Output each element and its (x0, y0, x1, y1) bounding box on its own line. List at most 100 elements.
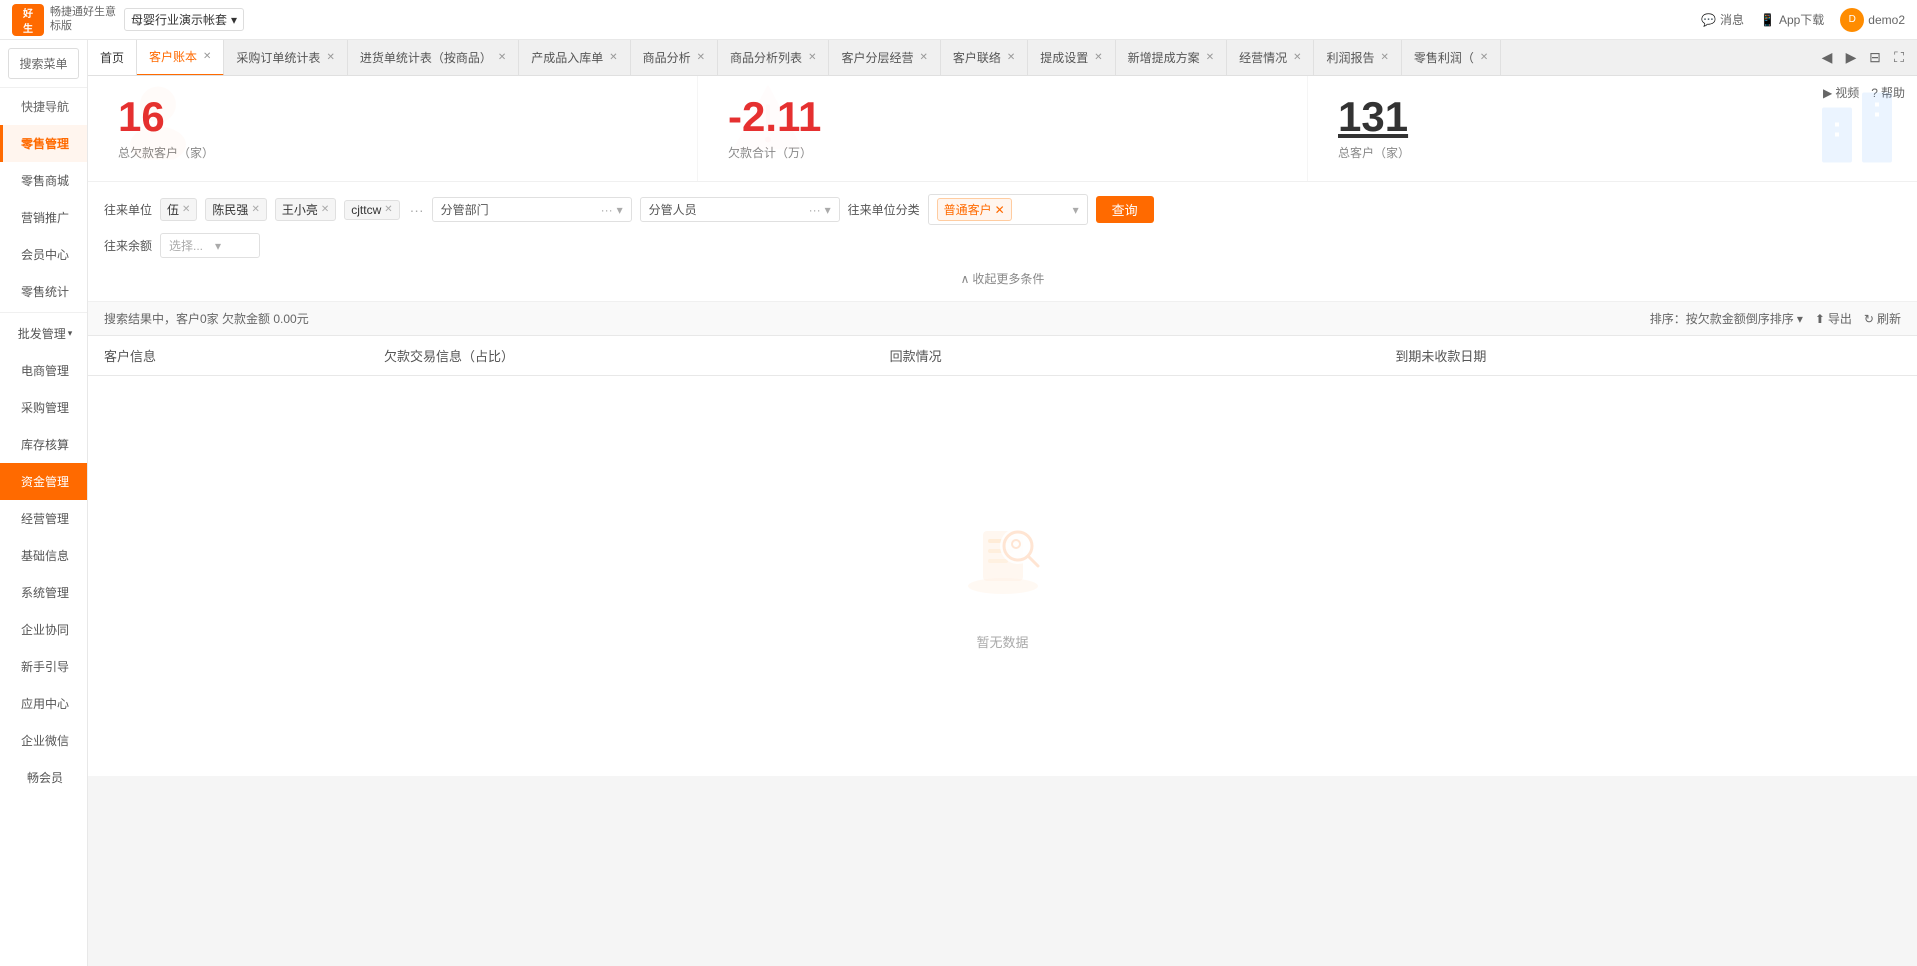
refresh-btn[interactable]: ↻ 刷新 (1864, 310, 1901, 327)
sidebar-item-quick-nav[interactable]: 快捷导航 (0, 88, 87, 125)
sidebar-item-ecommerce-mgmt[interactable]: 电商管理 (0, 352, 87, 389)
tag-close-cjttcw[interactable]: ✕ (384, 204, 392, 215)
filter-tag-cjttcw[interactable]: cjttcw ✕ (344, 200, 399, 220)
tab-product-analysis[interactable]: 商品分析 ✕ (631, 40, 718, 76)
tab-close-customer-segment[interactable]: ✕ (919, 52, 927, 63)
sidebar: 搜索菜单 快捷导航 零售管理 零售商城 营销推广 会员中心 零售统计 批发管理 … (0, 40, 88, 966)
sidebar-item-marketing[interactable]: 营销推广 (0, 199, 87, 236)
tab-close-product-inbound[interactable]: ✕ (609, 52, 617, 63)
sidebar-item-basic-info[interactable]: 基础信息 (0, 537, 87, 574)
tab-product-analysis-list[interactable]: 商品分析列表 ✕ (718, 40, 829, 76)
tag-close-wangxiaoliang[interactable]: ✕ (321, 204, 329, 215)
tag-close-chenminqiang[interactable]: ✕ (251, 204, 259, 215)
person-select[interactable]: 分管人员 ··· ▾ (640, 197, 840, 222)
filter-tag-wangxiaoliang[interactable]: 王小亮 ✕ (275, 198, 336, 221)
tab-close-purchase-order-stats[interactable]: ✕ (326, 52, 334, 63)
search-menu-btn[interactable]: 搜索菜单 (8, 48, 79, 79)
tab-close-business-situation[interactable]: ✕ (1293, 52, 1301, 63)
sidebar-item-system-mgmt[interactable]: 系统管理 (0, 574, 87, 611)
tab-close-retail-profit[interactable]: ✕ (1480, 52, 1488, 63)
tab-close-product-analysis[interactable]: ✕ (697, 52, 705, 63)
table-header: 客户信息 欠款交易信息（占比） 回款情况 到期未收款日期 (88, 336, 1917, 376)
sidebar-item-inventory-check[interactable]: 库存核算 (0, 426, 87, 463)
tab-home[interactable]: 首页 (88, 40, 137, 76)
person-chevron-icon: ▾ (825, 203, 831, 217)
empty-state: 暂无数据 (953, 501, 1053, 651)
refresh-icon: ↻ (1864, 312, 1874, 326)
user-menu[interactable]: D demo2 (1840, 8, 1905, 32)
stat-bg-icon-2 (728, 79, 808, 159)
total-customers2-label: 总客户（家） (1338, 144, 1410, 161)
main-layout: 搜索菜单 快捷导航 零售管理 零售商城 营销推广 会员中心 零售统计 批发管理 … (0, 40, 1917, 966)
app-download-btn[interactable]: 📱 App下载 (1760, 11, 1824, 28)
tab-scroll-left[interactable]: ◀ (1817, 48, 1837, 68)
filter-tag-wu[interactable]: 伍 ✕ (160, 198, 197, 221)
tab-close-reminder-settings[interactable]: ✕ (1094, 52, 1102, 63)
page-content: ▶ 视频 ? 帮助 16 (88, 76, 1917, 966)
sidebar-item-ops-mgmt[interactable]: 经营管理 (0, 500, 87, 537)
sort-chevron-icon: ▾ (1797, 312, 1803, 326)
sidebar-item-enterprise-wechat[interactable]: 企业微信 (0, 722, 87, 759)
tab-close-customer-contact[interactable]: ✕ (1007, 52, 1015, 63)
category-tag-normal-customer[interactable]: 普通客户 ✕ (937, 198, 1012, 221)
tab-add-achievement-plan[interactable]: 新增提成方案 ✕ (1116, 40, 1227, 76)
sidebar-item-app-center[interactable]: 应用中心 (0, 685, 87, 722)
phone-icon: 📱 (1760, 13, 1775, 27)
store-selector[interactable]: 母婴行业演示帐套 ▾ (124, 8, 244, 31)
tab-customer-contact[interactable]: 客户联络 ✕ (941, 40, 1028, 76)
logo-text: 畅捷通好生意 标版 (50, 6, 116, 32)
tab-fullscreen-btn[interactable]: ⛶ (1889, 48, 1909, 68)
tab-product-inbound[interactable]: 产成品入库单 ✕ (519, 40, 630, 76)
tab-customer-segment[interactable]: 客户分层经营 ✕ (829, 40, 940, 76)
unit-category-select[interactable]: 普通客户 ✕ ▾ (928, 194, 1088, 225)
sort-btn[interactable]: 排序：按欠款金额倒序排序 ▾ (1650, 310, 1803, 327)
total-customers2-value: 131 (1338, 96, 1408, 138)
tab-close-add-achievement-plan[interactable]: ✕ (1206, 52, 1214, 63)
collapse-btn[interactable]: ∧ 收起更多条件 (104, 266, 1901, 289)
more-tags-btn[interactable]: ··· (410, 202, 424, 218)
tab-close-profit-report[interactable]: ✕ (1381, 52, 1389, 63)
tab-profit-report[interactable]: 利润报告 ✕ (1314, 40, 1401, 76)
unit-category-label: 往来单位分类 (848, 201, 920, 218)
sidebar-item-retail-stats[interactable]: 零售统计 (0, 273, 87, 310)
dept-select[interactable]: 分管部门 ··· ▾ (432, 197, 632, 222)
tab-purchase-order-stats[interactable]: 采购订单统计表 ✕ (224, 40, 347, 76)
tab-close-product-analysis-list[interactable]: ✕ (808, 52, 816, 63)
message-btn[interactable]: 💬 消息 (1701, 11, 1744, 28)
tab-purchase-stats-product[interactable]: 进货单统计表（按商品） ✕ (348, 40, 519, 76)
export-btn[interactable]: ⬆ 导出 (1815, 310, 1852, 327)
tab-customer-account[interactable]: 客户账本 ✕ (137, 40, 224, 76)
dept-extra-btn[interactable]: ··· (601, 203, 613, 217)
category-tag-close[interactable]: ✕ (995, 203, 1005, 217)
sidebar-item-retail-mall[interactable]: 零售商城 (0, 162, 87, 199)
filter-tag-chenminqiang[interactable]: 陈民强 ✕ (205, 198, 266, 221)
sidebar-item-retail-mgmt[interactable]: 零售管理 (0, 125, 87, 162)
sidebar-item-enterprise-collab[interactable]: 企业协同 (0, 611, 87, 648)
tab-business-situation[interactable]: 经营情况 ✕ (1227, 40, 1314, 76)
tab-retail-profit[interactable]: 零售利润（ ✕ (1402, 40, 1501, 76)
sidebar-item-finance-mgmt[interactable]: 资金管理 (0, 463, 87, 500)
tab-scroll-right[interactable]: ▶ (1841, 48, 1861, 68)
filter-area: 往来单位 伍 ✕ 陈民强 ✕ 王小亮 ✕ cjttcw (88, 182, 1917, 302)
filter-row-2: 往来余额 选择... ▾ (104, 233, 1901, 258)
tab-close-customer-account[interactable]: ✕ (203, 51, 211, 62)
tab-reminder-settings[interactable]: 提成设置 ✕ (1028, 40, 1115, 76)
empty-icon (953, 501, 1053, 620)
tab-menu-btn[interactable]: ⊟ (1865, 48, 1885, 68)
sidebar-item-member-center[interactable]: 会员中心 (0, 236, 87, 273)
sidebar-item-wholesale-mgmt[interactable]: 批发管理 ▾ (0, 315, 87, 352)
stat-bg-icon-3 (1817, 87, 1897, 167)
tag-close-wu[interactable]: ✕ (182, 204, 190, 215)
results-bar-right: 排序：按欠款金额倒序排序 ▾ ⬆ 导出 ↻ 刷新 (1650, 310, 1901, 327)
results-bar: 搜索结果中，客户0家 欠款金额 0.00元 排序：按欠款金额倒序排序 ▾ ⬆ 导… (88, 302, 1917, 336)
balance-select[interactable]: 选择... ▾ (160, 233, 260, 258)
dept-chevron-icon: ▾ (617, 203, 623, 217)
query-btn[interactable]: 查询 (1096, 196, 1154, 223)
sidebar-item-premium-member[interactable]: 畅会员 (0, 759, 87, 796)
sidebar-item-new-guide[interactable]: 新手引导 (0, 648, 87, 685)
person-extra-btn[interactable]: ··· (809, 203, 821, 217)
stat-block-overdue-amount: -2.11 欠款合计（万） (698, 76, 1308, 181)
tab-close-purchase-stats-product[interactable]: ✕ (498, 52, 506, 63)
table-container: 客户信息 欠款交易信息（占比） 回款情况 到期未收款日期 (88, 336, 1917, 776)
sidebar-item-purchase-mgmt[interactable]: 采购管理 (0, 389, 87, 426)
